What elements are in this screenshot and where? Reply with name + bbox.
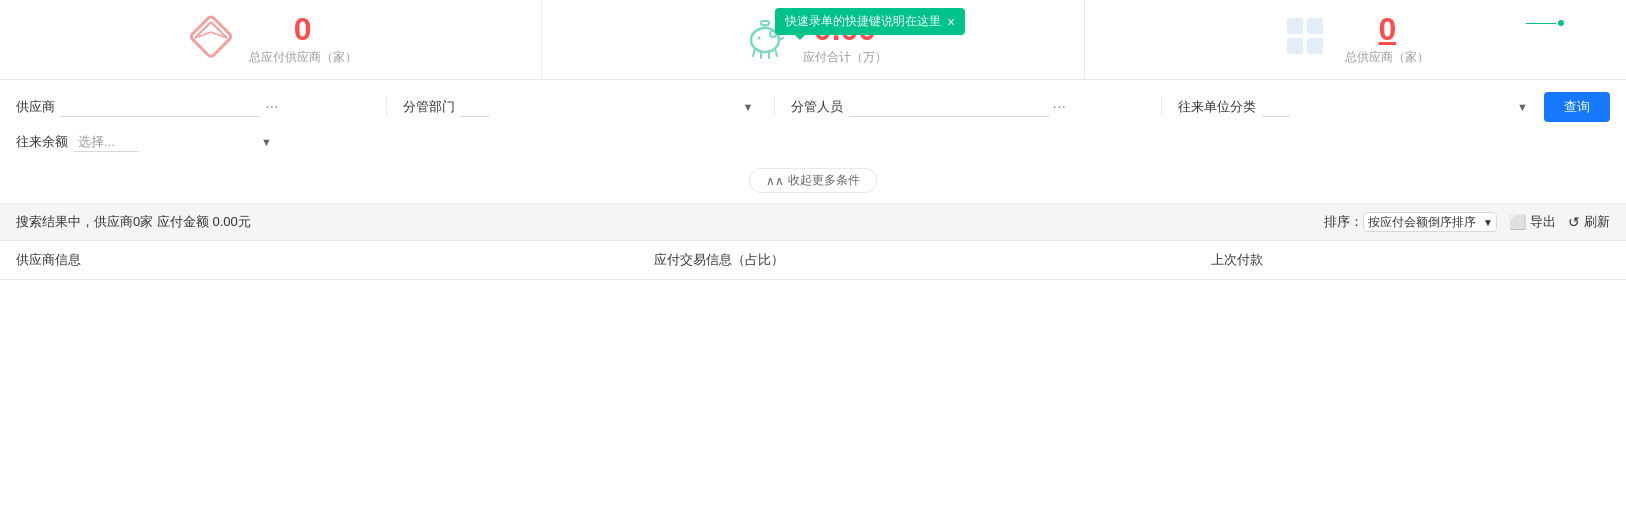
stat-payable-total: 0.00 应付合计（万） 快速录单的快捷键说明在这里 × (542, 0, 1084, 79)
diamond-icon (185, 12, 237, 67)
filter-supplier: 供应商 ··· (16, 97, 370, 117)
refresh-icon: ↺ (1568, 214, 1580, 230)
stat-number-1: 0 (294, 13, 312, 45)
unit-category-arrow-icon: ▼ (1517, 101, 1528, 113)
filter-balance: 往来余额 选择... ▼ (16, 132, 276, 152)
balance-select[interactable]: 选择... (74, 132, 139, 152)
stat-total-payable-suppliers: 0 总应付供应商（家） (0, 0, 542, 79)
results-info: 搜索结果中，供应商0家 应付金额 0.00元 (16, 213, 251, 231)
balance-arrow-icon: ▼ (261, 136, 272, 148)
col-supplier-info: 供应商信息 (16, 251, 654, 269)
tooltip-text: 快速录单的快捷键说明在这里 (785, 13, 941, 30)
stats-bar: 0 总应付供应商（家） (0, 0, 1626, 80)
filter-manager: 分管人员 ··· (791, 97, 1145, 117)
divider-2 (774, 97, 775, 117)
filter-row-1: 供应商 ··· 分管部门 ▼ 分管人员 ··· 往来单位分类 (16, 92, 1610, 122)
results-actions: 排序： 按应付会额倒序排序 ▼ ⬜ 导出 ↺ 刷新 (1324, 212, 1610, 232)
col-transaction-info: 应付交易信息（占比） (654, 251, 1212, 269)
collapse-row: ∧∧ 收起更多条件 (16, 162, 1610, 203)
department-label: 分管部门 (403, 98, 455, 116)
results-bar: 搜索结果中，供应商0家 应付金额 0.00元 排序： 按应付会额倒序排序 ▼ ⬜… (0, 204, 1626, 241)
collapse-button[interactable]: ∧∧ 收起更多条件 (749, 168, 877, 193)
balance-label: 往来余额 (16, 133, 68, 151)
tooltip-close-button[interactable]: × (947, 15, 955, 29)
filter-unit-category: 往来单位分类 ▼ (1178, 97, 1532, 117)
stat-number-3: 0 (1378, 13, 1396, 45)
department-arrow-icon: ▼ (743, 101, 754, 113)
table-body (0, 280, 1626, 515)
svg-line-13 (775, 49, 777, 56)
stat-label-1: 总应付供应商（家） (249, 49, 357, 66)
table-header: 供应商信息 应付交易信息（占比） 上次付款 (0, 241, 1626, 280)
manager-input[interactable] (849, 97, 1049, 117)
collapse-label: 收起更多条件 (788, 172, 860, 189)
manager-dots[interactable]: ··· (1053, 98, 1066, 116)
manager-label: 分管人员 (791, 98, 843, 116)
unit-category-label: 往来单位分类 (1178, 98, 1256, 116)
grid-icon (1281, 12, 1333, 67)
sort-select[interactable]: 按应付会额倒序排序 (1363, 212, 1497, 232)
svg-rect-17 (1287, 38, 1303, 54)
stat-total-suppliers: 0 总供应商（家） (1085, 0, 1626, 79)
divider-3 (1161, 97, 1162, 117)
collapse-up-icon: ∧∧ (766, 174, 784, 188)
tooltip-bubble: 快速录单的快捷键说明在这里 × (775, 8, 965, 35)
export-button[interactable]: ⬜ 导出 (1509, 213, 1556, 231)
filter-department: 分管部门 ▼ (403, 97, 757, 117)
stat-label-2: 应付合计（万） (803, 49, 887, 66)
filter-row-2: 往来余额 选择... ▼ (16, 132, 1610, 152)
svg-rect-15 (1287, 18, 1303, 34)
divider-1 (386, 97, 387, 117)
filters-area: 供应商 ··· 分管部门 ▼ 分管人员 ··· 往来单位分类 (0, 80, 1626, 204)
query-button[interactable]: 查询 (1544, 92, 1610, 122)
export-icon: ⬜ (1509, 214, 1526, 230)
svg-point-9 (757, 37, 760, 40)
export-label: 导出 (1530, 213, 1556, 231)
refresh-button[interactable]: ↺ 刷新 (1568, 213, 1610, 231)
department-select[interactable] (461, 97, 489, 117)
refresh-label: 刷新 (1584, 213, 1610, 231)
supplier-dots[interactable]: ··· (265, 98, 278, 116)
supplier-input[interactable] (61, 97, 261, 117)
sort-label: 排序： (1324, 213, 1363, 231)
sort-wrapper: 排序： 按应付会额倒序排序 ▼ (1324, 212, 1497, 232)
supplier-label: 供应商 (16, 98, 55, 116)
svg-rect-8 (761, 21, 769, 25)
stat-label-3: 总供应商（家） (1345, 49, 1429, 66)
col-last-payment: 上次付款 (1211, 251, 1610, 269)
svg-rect-16 (1307, 18, 1323, 34)
unit-category-select[interactable] (1262, 97, 1290, 117)
svg-rect-18 (1307, 38, 1323, 54)
svg-line-10 (753, 49, 755, 56)
